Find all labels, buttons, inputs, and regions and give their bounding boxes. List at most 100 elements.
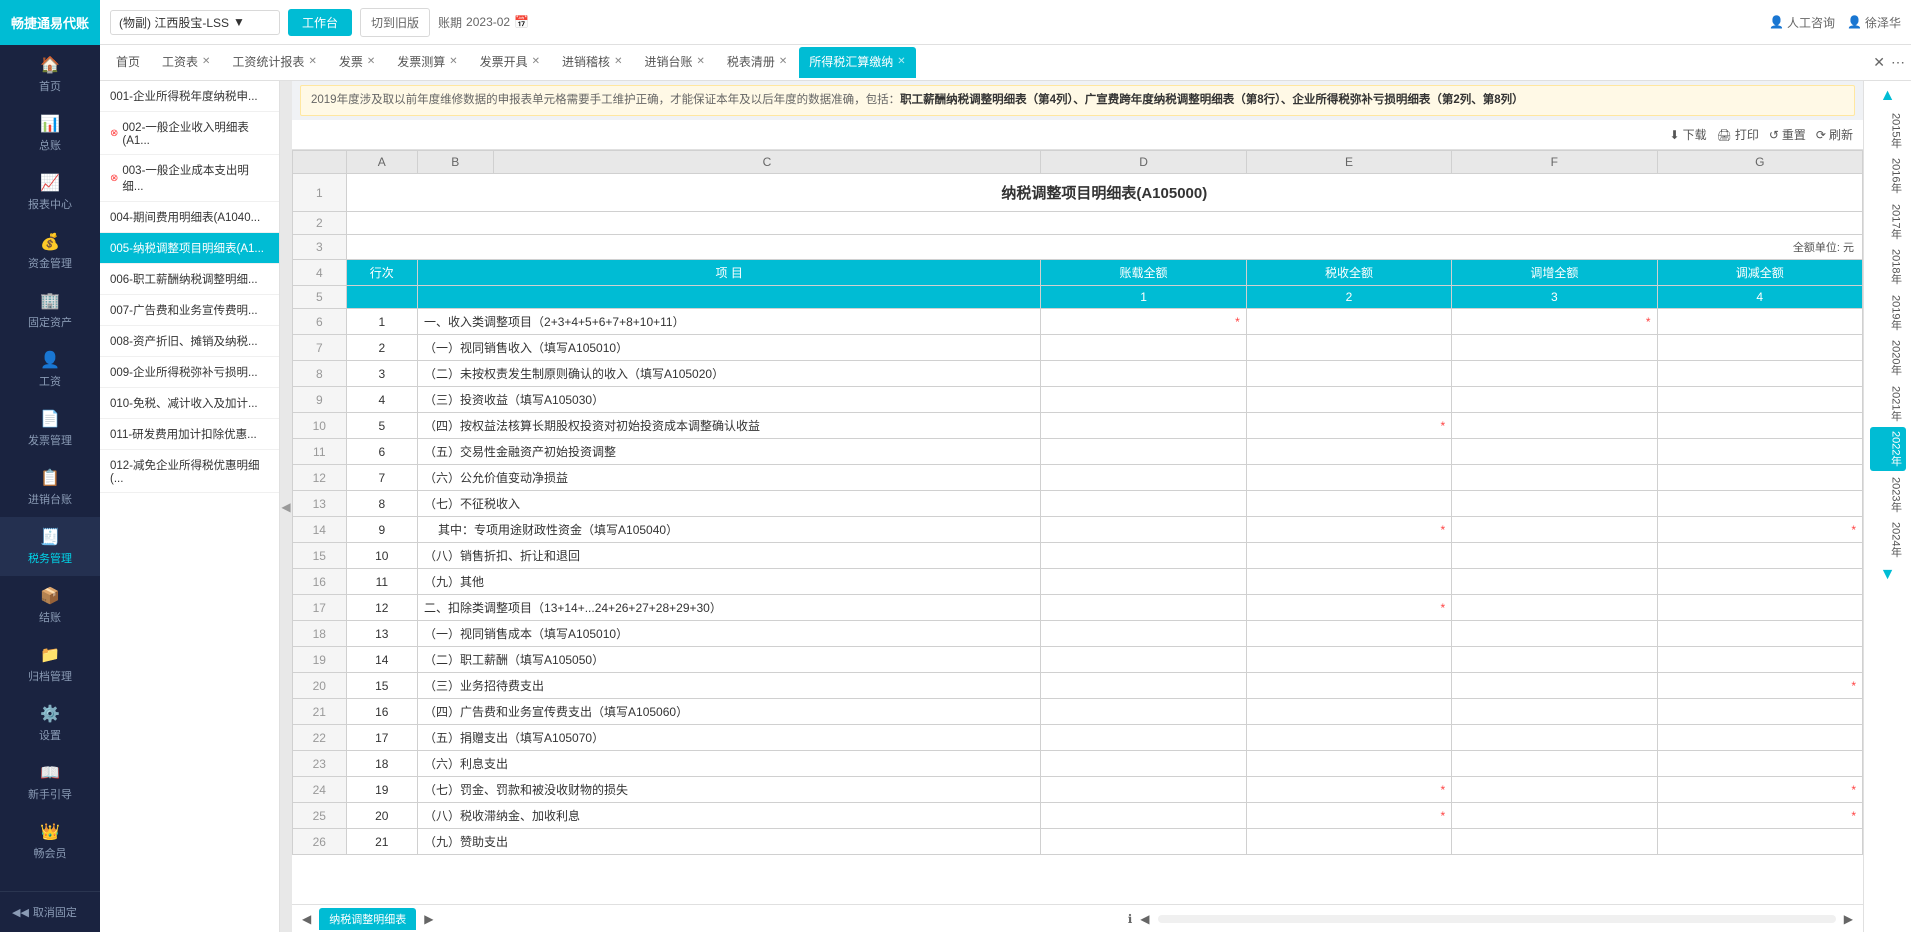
year-2021[interactable]: 2021年 — [1870, 382, 1906, 425]
tab-home[interactable]: 首页 — [106, 47, 150, 78]
year-2018[interactable]: 2018年 — [1870, 245, 1906, 288]
list-item-009[interactable]: 009-企业所得税弥补亏损明... — [100, 357, 279, 388]
row-number: 3 — [293, 235, 347, 260]
topbar-right: 👤 人工咨询 👤 徐泽华 — [1769, 14, 1901, 31]
tab-purchase-ledger-label: 进销台账 — [644, 53, 692, 70]
list-item-004[interactable]: 004-期间费用明细表(A1040... — [100, 202, 279, 233]
table-row: 13 8 （七）不征税收入 — [293, 491, 1863, 517]
purchase-icon: 📋 — [40, 468, 60, 488]
tab-purchase-ledger[interactable]: 进销台账 ✕ — [634, 47, 714, 78]
print-button[interactable]: 🖨 打印 — [1717, 126, 1759, 143]
col-b-header: B — [418, 151, 494, 174]
year-2016[interactable]: 2016年 — [1870, 154, 1906, 197]
close-icon[interactable]: ✕ — [532, 56, 540, 67]
tab-tax-calc[interactable]: 所得税汇算缴纳 ✕ — [799, 47, 915, 78]
list-item-012[interactable]: 012-减免企业所得税优惠明细(... — [100, 450, 279, 493]
sidebar-item-archive[interactable]: 📁 归档管理 — [0, 635, 100, 694]
list-item-010[interactable]: 010-免税、减计收入及加计... — [100, 388, 279, 419]
list-item-011[interactable]: 011-研发费用加计扣除优惠... — [100, 419, 279, 450]
year-2019[interactable]: 2019年 — [1870, 291, 1906, 334]
tab-invoice-open[interactable]: 发票开具 ✕ — [470, 47, 550, 78]
list-item-007[interactable]: 007-广告费和业务宣传费明... — [100, 295, 279, 326]
horizontal-scrollbar[interactable] — [1158, 915, 1836, 923]
table-row: 19 14 （二）职工薪酬（填写A105050） — [293, 647, 1863, 673]
old-version-button[interactable]: 切到旧版 — [360, 8, 430, 37]
workspace-button[interactable]: 工作台 — [288, 9, 352, 36]
sidebar-item-report[interactable]: 📈 报表中心 — [0, 163, 100, 222]
sidebar-item-settings[interactable]: ⚙️ 设置 — [0, 694, 100, 753]
year-up-button[interactable]: ▲ — [1878, 85, 1898, 107]
row-number: 2 — [293, 212, 347, 235]
year-2022[interactable]: 2022年 — [1870, 427, 1906, 470]
tab-home-label: 首页 — [116, 53, 140, 70]
year-down-button[interactable]: ▼ — [1878, 564, 1898, 586]
list-item-006[interactable]: 006-职工薪酬纳税调整明细... — [100, 264, 279, 295]
calendar-icon: 📅 — [514, 15, 529, 29]
scroll-h-right[interactable]: ▶ — [1844, 912, 1853, 926]
tab-salary-report[interactable]: 工资统计报表 ✕ — [222, 47, 326, 78]
col3-header: 调增全额 — [1452, 260, 1657, 286]
year-2020[interactable]: 2020年 — [1870, 336, 1906, 379]
close-icon[interactable]: ✕ — [897, 56, 905, 67]
avatar-icon: 👤 — [1847, 15, 1862, 29]
table-wrapper[interactable]: A B C D E F G 1 纳税调整项目明细表(A — [292, 150, 1863, 904]
sidebar-item-vip[interactable]: 👑 畅会员 — [0, 812, 100, 871]
list-item-003[interactable]: ⊗ 003-一般企业成本支出明细... — [100, 155, 279, 202]
download-button[interactable]: ⬇ 下载 — [1670, 126, 1707, 143]
company-selector[interactable]: (物副) 江西股宝-LSS ▼ — [110, 10, 280, 35]
sidebar-item-salary[interactable]: 👤 工资 — [0, 340, 100, 399]
user-avatar[interactable]: 👤 徐泽华 — [1847, 14, 1901, 31]
collapse-icon: ◀ — [281, 500, 290, 514]
sidebar-item-assets[interactable]: 🏢 固定资产 — [0, 281, 100, 340]
close-icon[interactable]: ✕ — [696, 56, 704, 67]
year-2017[interactable]: 2017年 — [1870, 200, 1906, 243]
panel-collapse-button[interactable]: ◀ — [280, 81, 292, 932]
list-item-001[interactable]: 001-企业所得税年度纳税申... — [100, 81, 279, 112]
assets-icon: 🏢 — [40, 291, 60, 311]
close-icon[interactable]: ✕ — [449, 56, 457, 67]
refresh-button[interactable]: ⟳ 刷新 — [1816, 126, 1853, 143]
sidebar-item-guide[interactable]: 📖 新手引导 — [0, 753, 100, 812]
scroll-h-left[interactable]: ◀ — [1140, 912, 1149, 926]
list-item-002[interactable]: ⊗ 002-一般企业收入明细表(A1... — [100, 112, 279, 155]
scroll-left-icon[interactable]: ◀ — [302, 912, 311, 926]
help-button[interactable]: 👤 人工咨询 — [1769, 14, 1835, 31]
table-row: 20 15 （三）业务招待费支出 * — [293, 673, 1863, 699]
sidebar-item-close[interactable]: 📦 结账 — [0, 576, 100, 635]
close-icon[interactable]: ✕ — [614, 56, 622, 67]
sidebar-item-purchase[interactable]: 📋 进销台账 — [0, 458, 100, 517]
sheet-tab[interactable]: 纳税调整明细表 — [319, 908, 416, 930]
year-2015[interactable]: 2015年 — [1870, 109, 1906, 152]
sidebar-item-tax[interactable]: 🧾 税务管理 — [0, 517, 100, 576]
tab-salary[interactable]: 工资表 ✕ — [152, 47, 220, 78]
table-row: 16 11 （九）其他 — [293, 569, 1863, 595]
col-e-header: E — [1246, 151, 1451, 174]
col2-sub: 2 — [1246, 286, 1451, 309]
settings-icon: ⚙️ — [40, 704, 60, 724]
tab-invoice-calc[interactable]: 发票测算 ✕ — [387, 47, 467, 78]
tab-invoice[interactable]: 发票 ✕ — [329, 47, 385, 78]
close-icon[interactable]: ✕ — [308, 56, 316, 67]
close-all-button[interactable]: ✕ — [1873, 54, 1885, 71]
sidebar-item-home[interactable]: 🏠 首页 — [0, 45, 100, 104]
sidebar-item-finance[interactable]: 💰 资金管理 — [0, 222, 100, 281]
close-icon[interactable]: ✕ — [202, 56, 210, 67]
list-item-005[interactable]: 005-纳税调整项目明细表(A1... — [100, 233, 279, 264]
tab-tax-list[interactable]: 税表清册 ✕ — [717, 47, 797, 78]
table-row: 24 19 （七）罚金、罚款和被没收财物的损失 * * — [293, 777, 1863, 803]
tab-purchase-check[interactable]: 进销稽核 ✕ — [552, 47, 632, 78]
tab-tax-list-label: 税表清册 — [727, 53, 775, 70]
close-icon[interactable]: ✕ — [367, 56, 375, 67]
reset-button[interactable]: ↺ 重置 — [1769, 126, 1806, 143]
unpin-button[interactable]: ◀◀ 取消固定 — [8, 900, 92, 924]
close-icon[interactable]: ✕ — [779, 56, 787, 67]
sidebar-item-ledger[interactable]: 📊 总账 — [0, 104, 100, 163]
list-item-008[interactable]: 008-资产折旧、摊销及纳税... — [100, 326, 279, 357]
year-2023[interactable]: 2023年 — [1870, 473, 1906, 516]
expand-button[interactable]: ⋯ — [1891, 54, 1905, 71]
scroll-right-icon[interactable]: ▶ — [424, 912, 433, 926]
sidebar-item-invoice[interactable]: 📄 发票管理 — [0, 399, 100, 458]
year-2024[interactable]: 2024年 — [1870, 518, 1906, 561]
app-logo: 畅捷通易代账 — [0, 0, 100, 45]
print-label: 打印 — [1735, 126, 1759, 143]
